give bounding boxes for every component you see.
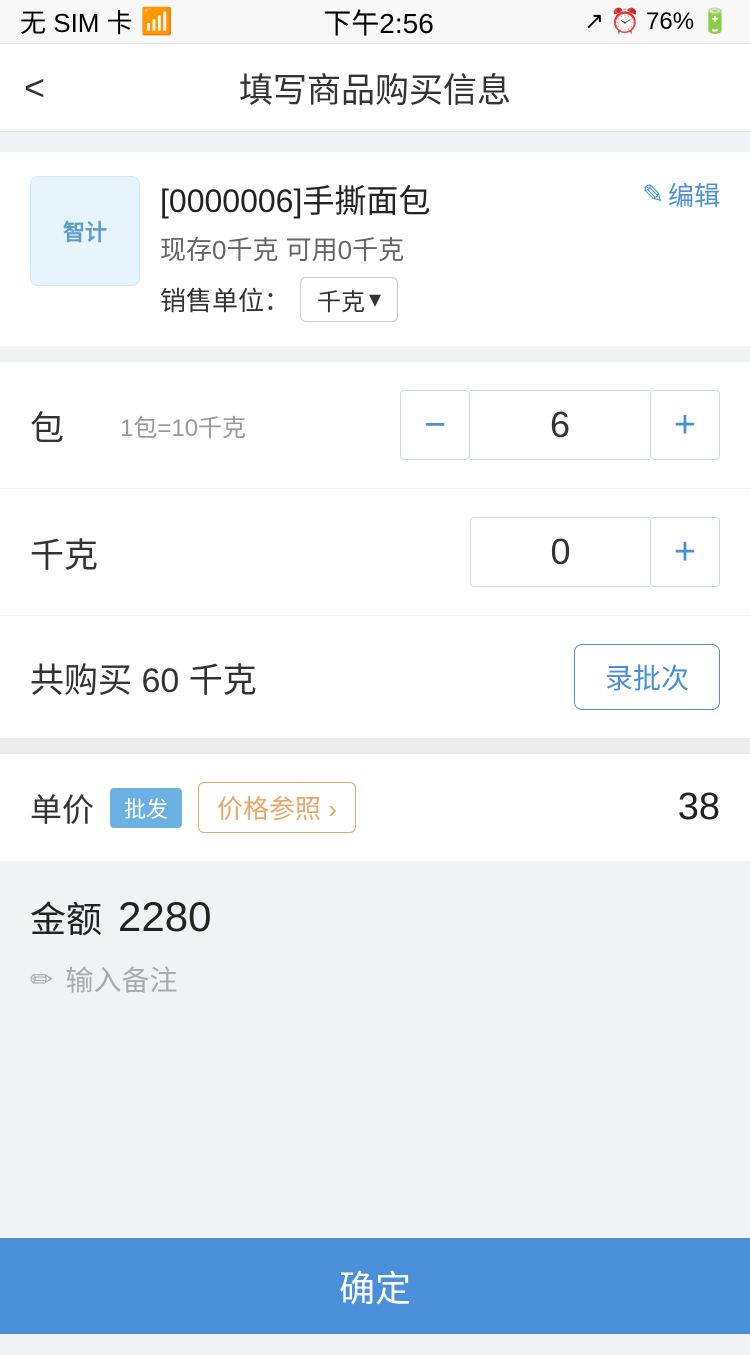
- amount-value: 2280: [118, 893, 211, 941]
- bao-plus-button[interactable]: +: [650, 390, 720, 460]
- kg-quantity-input[interactable]: [470, 517, 650, 587]
- wifi-icon: 📶: [141, 6, 173, 37]
- battery-icon: 🔋: [700, 7, 730, 36]
- edit-icon: ✎: [642, 179, 664, 210]
- product-info: [0000006]手撕面包 现存0千克 可用0千克 销售单位： 千克 ▾: [160, 176, 720, 322]
- back-button[interactable]: <: [24, 67, 45, 109]
- batch-button[interactable]: 录批次: [574, 644, 720, 710]
- product-thumbnail: 智计: [30, 176, 140, 286]
- product-unit-row: 销售单位： 千克 ▾: [160, 277, 720, 322]
- product-stock: 现存0千克 可用0千克: [160, 230, 720, 267]
- edit-button[interactable]: ✎ 编辑: [642, 176, 720, 213]
- page-title: 填写商品购买信息: [239, 63, 511, 112]
- amount-section: 金额 2280 ✏ 输入备注: [0, 861, 750, 1015]
- price-value: 38: [678, 786, 720, 829]
- battery-label: 76%: [646, 8, 694, 36]
- unit-chevron-icon: ▾: [369, 285, 381, 314]
- confirm-button[interactable]: 确定: [0, 1238, 750, 1334]
- status-time: 下午2:56: [323, 2, 434, 42]
- total-label: 共购买 60 千克: [30, 653, 257, 702]
- alarm-icon: ⏰: [610, 7, 640, 36]
- price-row: 单价 批发 价格参照 › 38: [30, 782, 720, 833]
- amount-row: 金额 2280: [30, 891, 720, 943]
- product-code-name: [0000006]手撕面包: [160, 176, 720, 222]
- bao-label: 包: [30, 401, 110, 450]
- unit-label: 销售单位：: [160, 281, 290, 318]
- total-row: 共购买 60 千克 录批次: [0, 616, 750, 738]
- quantity-section: 包 1包=10千克 − + 千克 +: [0, 362, 750, 616]
- remark-label: 输入备注: [65, 959, 177, 999]
- product-logo: 智计: [63, 215, 107, 247]
- price-badge: 批发: [110, 788, 182, 828]
- amount-label: 金额: [30, 891, 102, 943]
- section-divider: [0, 738, 750, 754]
- bao-quantity-control: − +: [400, 390, 720, 460]
- remark-row[interactable]: ✏ 输入备注: [30, 959, 720, 999]
- remark-pencil-icon: ✏: [30, 963, 53, 996]
- unit-select[interactable]: 千克 ▾: [300, 277, 398, 322]
- kg-label: 千克: [30, 528, 110, 577]
- price-reference-button[interactable]: 价格参照 ›: [198, 782, 356, 833]
- kg-quantity-row: 千克 +: [0, 489, 750, 616]
- carrier-label: 无 SIM 卡: [20, 3, 133, 40]
- bao-quantity-input[interactable]: [470, 390, 650, 460]
- status-bar: 无 SIM 卡 📶 下午2:56 ↗ ⏰ 76% 🔋: [0, 0, 750, 44]
- unit-value: 千克: [317, 282, 365, 317]
- price-section: 单价 批发 价格参照 › 38: [0, 754, 750, 861]
- bao-minus-button[interactable]: −: [400, 390, 470, 460]
- product-card: 智计 [0000006]手撕面包 现存0千克 可用0千克 销售单位： 千克 ▾ …: [0, 152, 750, 346]
- header: < 填写商品购买信息: [0, 44, 750, 132]
- status-right: ↗ ⏰ 76% 🔋: [584, 7, 730, 36]
- bao-hint: 1包=10千克: [120, 408, 400, 443]
- edit-label: 编辑: [668, 176, 720, 213]
- price-label: 单价: [30, 785, 94, 831]
- kg-plus-button[interactable]: +: [650, 517, 720, 587]
- bao-quantity-row: 包 1包=10千克 − +: [0, 362, 750, 489]
- kg-quantity-control: +: [470, 517, 720, 587]
- location-icon: ↗: [584, 7, 604, 36]
- status-carrier: 无 SIM 卡 📶: [20, 3, 173, 40]
